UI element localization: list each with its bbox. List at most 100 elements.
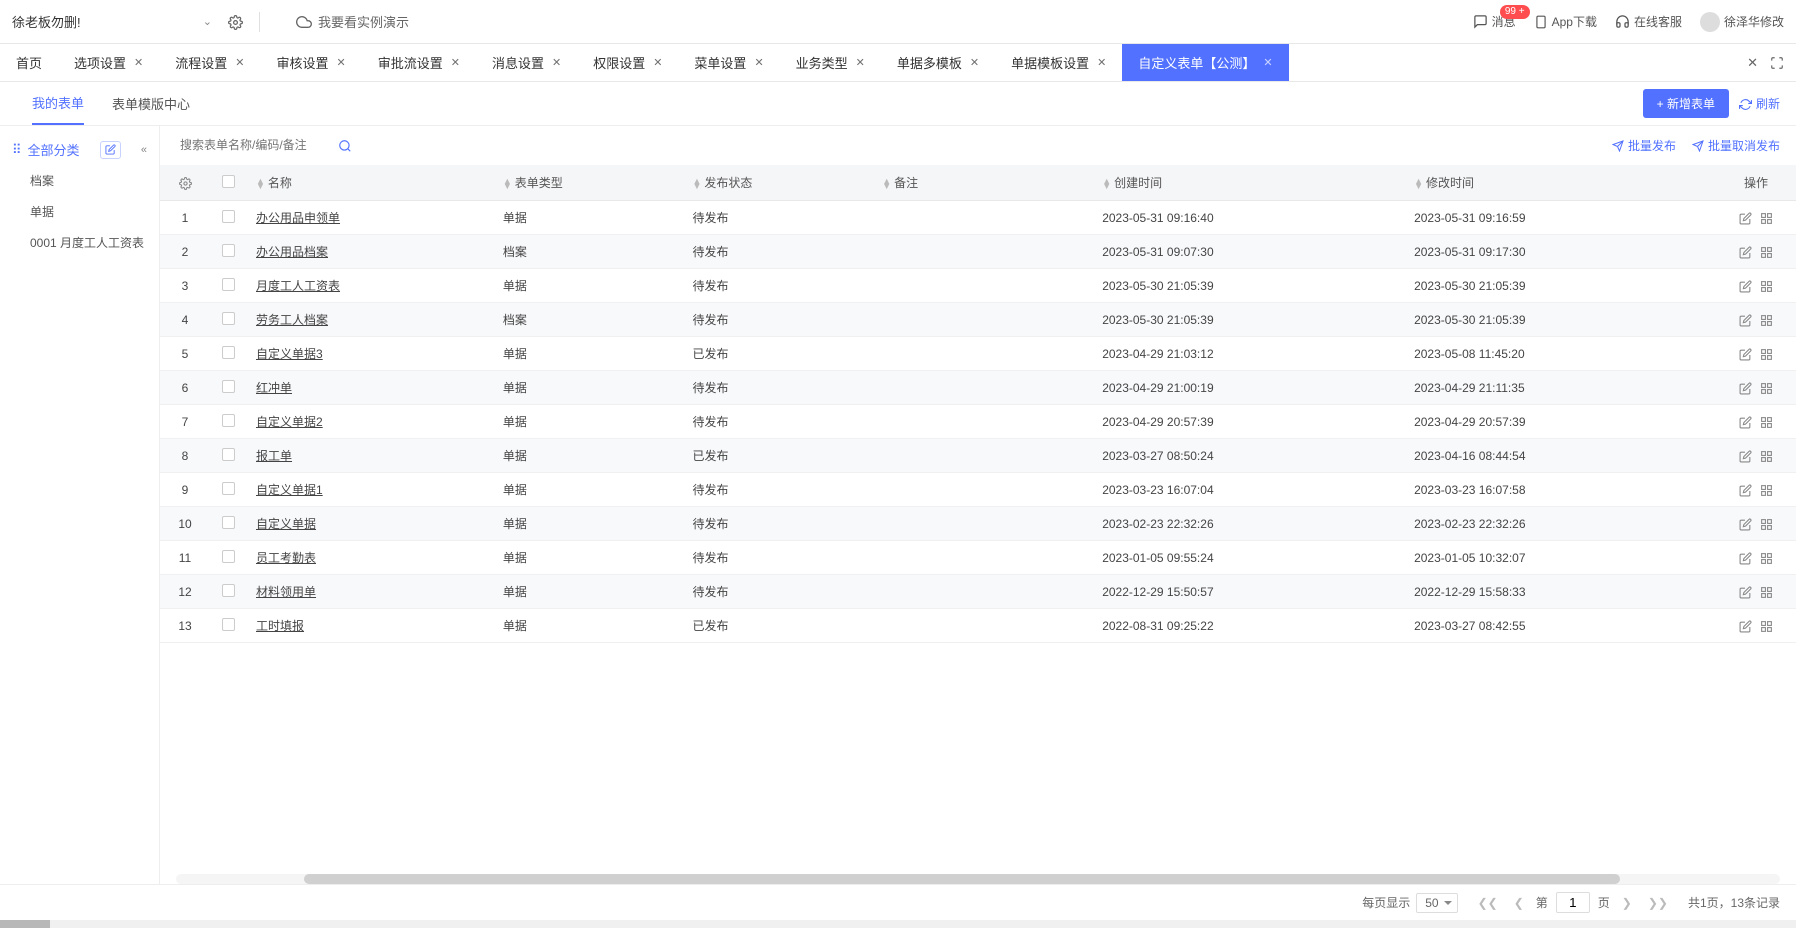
tab-11[interactable]: 自定义表单【公测】✕: [1122, 44, 1288, 81]
more-icon[interactable]: [1760, 278, 1773, 293]
window-horizontal-scrollbar[interactable]: [0, 920, 1796, 928]
more-icon[interactable]: [1760, 516, 1773, 531]
table-row[interactable]: 12材料领用单单据待发布2022-12-29 15:50:572022-12-2…: [160, 575, 1796, 609]
close-all-icon[interactable]: ✕: [1747, 55, 1758, 71]
more-icon[interactable]: [1760, 550, 1773, 565]
more-icon[interactable]: [1760, 346, 1773, 361]
close-icon[interactable]: ✕: [653, 56, 662, 69]
subtab-my-forms[interactable]: 我的表单: [32, 82, 84, 125]
form-name-link[interactable]: 红冲单: [256, 381, 292, 395]
collapse-sidebar-icon[interactable]: «: [141, 144, 147, 156]
edit-categories-icon[interactable]: [100, 141, 121, 159]
table-horizontal-scrollbar[interactable]: [176, 874, 1780, 884]
subtab-template-center[interactable]: 表单模版中心: [112, 82, 190, 125]
table-row[interactable]: 2办公用品档案档案待发布2023-05-31 09:07:302023-05-3…: [160, 235, 1796, 269]
prev-page-button[interactable]: ❮: [1510, 896, 1528, 910]
row-checkbox[interactable]: [222, 244, 235, 257]
close-icon[interactable]: ✕: [552, 56, 561, 69]
tab-3[interactable]: 审核设置✕: [260, 44, 361, 81]
more-icon[interactable]: [1760, 380, 1773, 395]
form-name-link[interactable]: 工时填报: [256, 619, 304, 633]
last-page-button[interactable]: ❯❯: [1644, 896, 1672, 910]
user-menu[interactable]: 徐泽华修改: [1700, 12, 1784, 32]
table-row[interactable]: 3月度工人工资表单据待发布2023-05-30 21:05:392023-05-…: [160, 269, 1796, 303]
sort-icon[interactable]: ▲▼: [503, 179, 512, 189]
table-row[interactable]: 11员工考勤表单据待发布2023-01-05 09:55:242023-01-0…: [160, 541, 1796, 575]
tab-9[interactable]: 单据多模板✕: [881, 44, 995, 81]
table-row[interactable]: 13工时填报单据已发布2022-08-31 09:25:222023-03-27…: [160, 609, 1796, 643]
row-checkbox[interactable]: [222, 380, 235, 393]
sidebar-item-0[interactable]: 档案: [0, 165, 159, 196]
row-checkbox[interactable]: [222, 516, 235, 529]
first-page-button[interactable]: ❮❮: [1474, 896, 1502, 910]
edit-icon[interactable]: [1739, 210, 1752, 225]
sort-icon[interactable]: ▲▼: [1102, 179, 1111, 189]
support-button[interactable]: 在线客服: [1615, 13, 1682, 30]
edit-icon[interactable]: [1739, 414, 1752, 429]
tab-5[interactable]: 消息设置✕: [476, 44, 577, 81]
close-icon[interactable]: ✕: [856, 56, 865, 69]
tab-4[interactable]: 审批流设置✕: [362, 44, 476, 81]
close-icon[interactable]: ✕: [337, 56, 346, 69]
tab-6[interactable]: 权限设置✕: [577, 44, 678, 81]
form-name-link[interactable]: 员工考勤表: [256, 551, 316, 565]
more-icon[interactable]: [1760, 414, 1773, 429]
edit-icon[interactable]: [1739, 278, 1752, 293]
more-icon[interactable]: [1760, 210, 1773, 225]
form-name-link[interactable]: 自定义单据: [256, 517, 316, 531]
table-row[interactable]: 1办公用品申领单单据待发布2023-05-31 09:16:402023-05-…: [160, 201, 1796, 235]
form-name-link[interactable]: 办公用品申领单: [256, 211, 340, 225]
table-row[interactable]: 10自定义单据单据待发布2023-02-23 22:32:262023-02-2…: [160, 507, 1796, 541]
edit-icon[interactable]: [1739, 584, 1752, 599]
row-checkbox[interactable]: [222, 584, 235, 597]
next-page-button[interactable]: ❯: [1618, 896, 1636, 910]
form-name-link[interactable]: 自定义单据3: [256, 347, 323, 361]
gear-icon[interactable]: [228, 13, 243, 29]
edit-icon[interactable]: [1739, 618, 1752, 633]
close-icon[interactable]: ✕: [970, 56, 979, 69]
edit-icon[interactable]: [1739, 550, 1752, 565]
app-download-button[interactable]: App下载: [1534, 13, 1597, 30]
form-name-link[interactable]: 自定义单据2: [256, 415, 323, 429]
row-checkbox[interactable]: [222, 210, 235, 223]
sort-icon[interactable]: ▲▼: [1414, 179, 1423, 189]
search-input[interactable]: [176, 134, 356, 157]
row-checkbox[interactable]: [222, 346, 235, 359]
row-checkbox[interactable]: [222, 618, 235, 631]
search-icon[interactable]: [338, 138, 352, 154]
close-icon[interactable]: ✕: [754, 56, 763, 69]
table-row[interactable]: 5自定义单据3单据已发布2023-04-29 21:03:122023-05-0…: [160, 337, 1796, 371]
row-checkbox[interactable]: [222, 312, 235, 325]
tab-8[interactable]: 业务类型✕: [780, 44, 881, 81]
edit-icon[interactable]: [1739, 516, 1752, 531]
form-name-link[interactable]: 报工单: [256, 449, 292, 463]
sidebar-item-2[interactable]: 0001 月度工人工资表: [0, 227, 159, 258]
fullscreen-icon[interactable]: [1770, 55, 1784, 71]
row-checkbox[interactable]: [222, 550, 235, 563]
tab-0[interactable]: 首页: [0, 44, 58, 81]
refresh-button[interactable]: 刷新: [1739, 89, 1780, 118]
table-row[interactable]: 4劳务工人档案档案待发布2023-05-30 21:05:392023-05-3…: [160, 303, 1796, 337]
close-icon[interactable]: ✕: [235, 56, 244, 69]
close-icon[interactable]: ✕: [451, 56, 460, 69]
tab-2[interactable]: 流程设置✕: [159, 44, 260, 81]
page-input[interactable]: [1556, 892, 1590, 913]
table-row[interactable]: 6红冲单单据待发布2023-04-29 21:00:192023-04-29 2…: [160, 371, 1796, 405]
edit-icon[interactable]: [1739, 244, 1752, 259]
form-name-link[interactable]: 劳务工人档案: [256, 313, 328, 327]
row-checkbox[interactable]: [222, 278, 235, 291]
new-form-button[interactable]: + 新增表单: [1643, 89, 1729, 118]
sidebar-all-categories[interactable]: ⠿ 全部分类: [12, 140, 80, 159]
edit-icon[interactable]: [1739, 312, 1752, 327]
form-name-link[interactable]: 材料领用单: [256, 585, 316, 599]
form-name-link[interactable]: 月度工人工资表: [256, 279, 340, 293]
form-name-link[interactable]: 自定义单据1: [256, 483, 323, 497]
messages-button[interactable]: 消息 99 +: [1473, 13, 1516, 30]
close-icon[interactable]: ✕: [1097, 56, 1106, 69]
close-icon[interactable]: ✕: [1263, 56, 1272, 69]
close-icon[interactable]: ✕: [134, 56, 143, 69]
tab-1[interactable]: 选项设置✕: [58, 44, 159, 81]
sidebar-item-1[interactable]: 单据: [0, 196, 159, 227]
sort-icon[interactable]: ▲▼: [882, 179, 891, 189]
tab-10[interactable]: 单据模板设置✕: [995, 44, 1122, 81]
